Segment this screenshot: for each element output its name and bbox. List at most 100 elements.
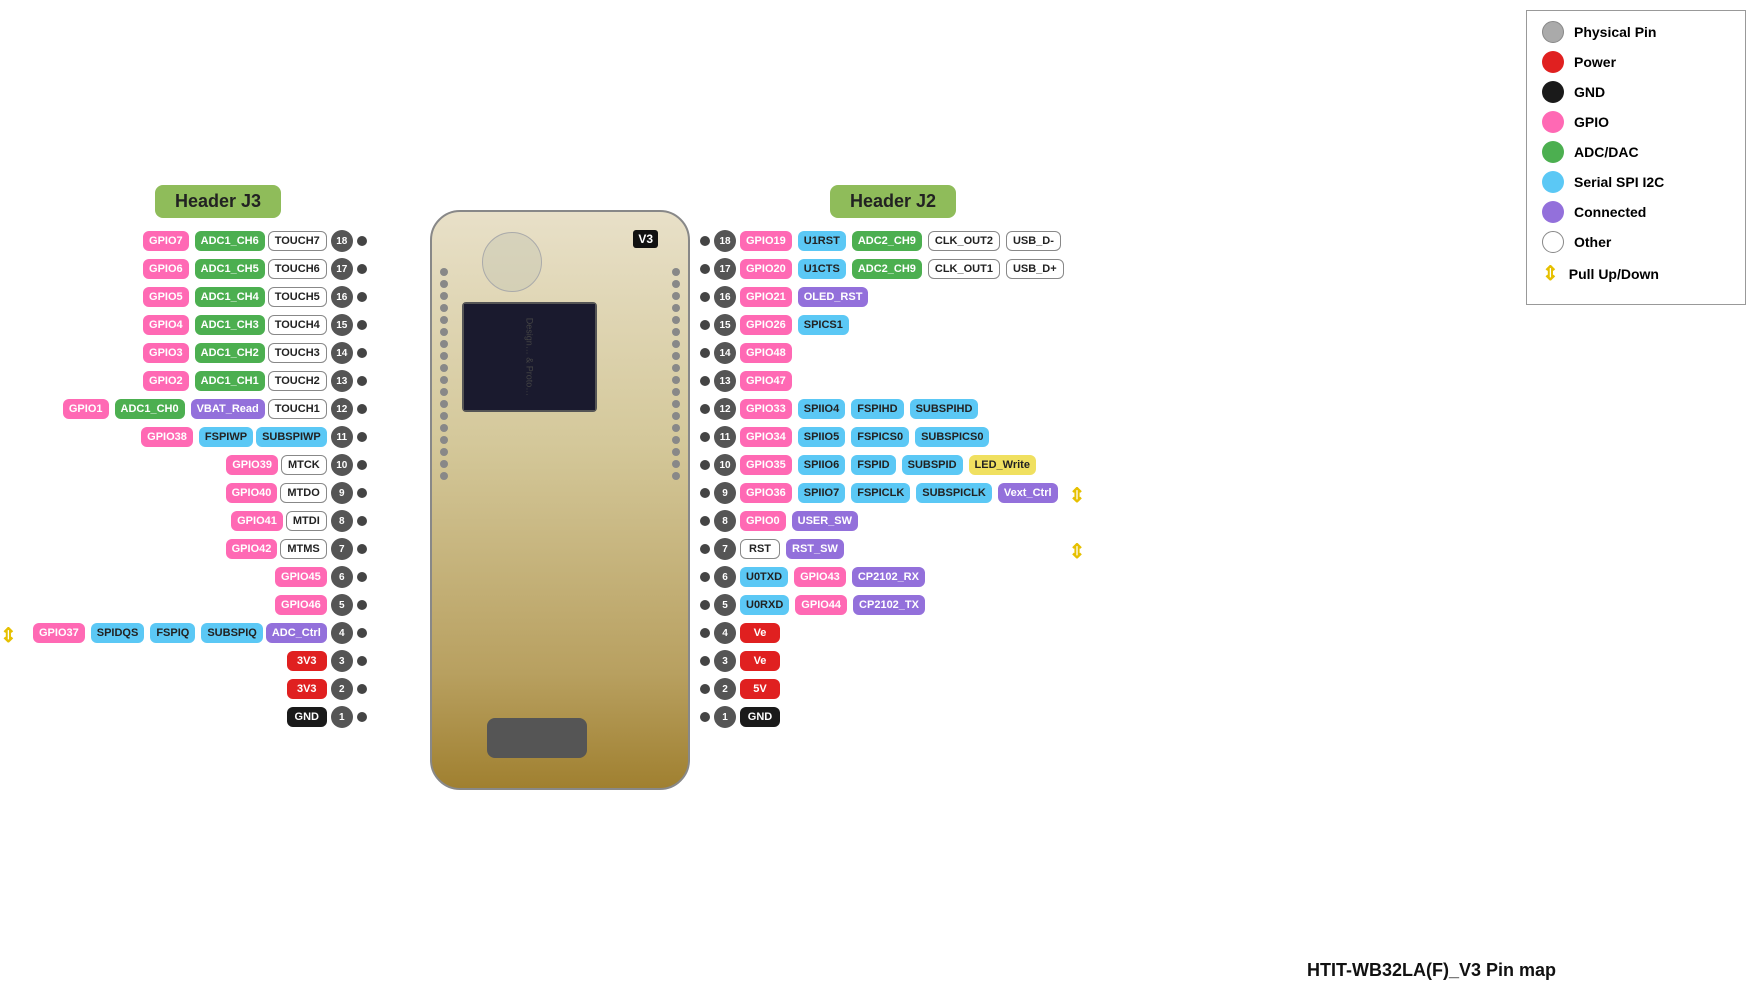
connected-icon [1542, 201, 1564, 223]
chip-gpio36: GPIO36 [740, 483, 792, 503]
board-pin-dot [672, 280, 680, 288]
pin-dot [700, 460, 710, 470]
pin-dot [700, 572, 710, 582]
pin-num: 11 [714, 426, 736, 448]
pin-num: 15 [331, 314, 353, 336]
legend-label-gpio: GPIO [1574, 114, 1609, 130]
chip-fspics0: FSPICS0 [851, 427, 909, 447]
chips-container: RSTRST_SW [740, 539, 844, 559]
chips-container: TOUCH4ADC1_CH3GPIO4 [140, 315, 327, 335]
pin-num: 5 [331, 594, 353, 616]
chips-container: ADC_CtrlSUBSPIQFSPIQSPIDQSGPIO37 [30, 623, 327, 643]
pin-dot [700, 684, 710, 694]
chip-gpio47: GPIO47 [740, 371, 792, 391]
chips-container: GPIO36SPIIO7FSPICLKSUBSPICLKVext_Ctrl [740, 483, 1058, 503]
pin-dot [357, 628, 367, 638]
pin-dot [700, 348, 710, 358]
j2-pin-rows: 18GPIO19U1RSTADC2_CH9CLK_OUT2USB_D-17GPI… [700, 228, 1064, 732]
pin-num: 10 [714, 454, 736, 476]
j3-pin-row-2: 23V3 [30, 676, 367, 702]
chips-container: TOUCH1VBAT_ReadADC1_CH0GPIO1 [60, 399, 327, 419]
chip-fspid: FSPID [851, 455, 895, 475]
chip-spiio4: SPIIO4 [798, 399, 845, 419]
board-pin-dot [440, 268, 448, 276]
chip-gpio41: GPIO41 [231, 511, 283, 531]
chips-container: GPIO26SPICS1 [740, 315, 849, 335]
chip-ve: Ve [740, 651, 780, 671]
chips-container: 5V [740, 679, 780, 699]
board-pin-dot [672, 472, 680, 480]
pin-dot [357, 488, 367, 498]
chip-gnd: GND [287, 707, 327, 727]
chip-mtdo: MTDO [280, 483, 326, 503]
j2-pin-row-8: 8GPIO0USER_SW [700, 508, 1064, 534]
chip-spiio6: SPIIO6 [798, 455, 845, 475]
board-v3-label: V3 [633, 230, 658, 248]
pin-num: 5 [714, 594, 736, 616]
chips-container: GPIO34SPIIO5FSPICS0SUBSPICS0 [740, 427, 989, 447]
pullupdown-icon: ⇕ [1542, 261, 1559, 286]
j3-pin-row-4: 4ADC_CtrlSUBSPIQFSPIQSPIDQSGPIO37 [30, 620, 367, 646]
chips-container: GPIO48 [740, 343, 792, 363]
chip-gpio6: GPIO6 [143, 259, 189, 279]
j3-pin-row-10: 10MTCKGPIO39 [30, 452, 367, 478]
board-pin-dot [672, 328, 680, 336]
header-j2-label: Header J2 [830, 185, 956, 218]
chip-touch6: TOUCH6 [268, 259, 327, 279]
chips-container: 3V3 [287, 651, 327, 671]
chips-container: GPIO46 [275, 595, 327, 615]
pin-dot [357, 292, 367, 302]
j2-pin-row-1: 1GND [700, 704, 1064, 730]
board-pin-dot [440, 352, 448, 360]
board-pin-dot [672, 268, 680, 276]
pin-num: 15 [714, 314, 736, 336]
chips-container: MTDIGPIO41 [228, 511, 327, 531]
pin-num: 14 [714, 342, 736, 364]
legend-label-connected: Connected [1574, 204, 1646, 220]
chip-gpio5: GPIO5 [143, 287, 189, 307]
chip-spiio7: SPIIO7 [798, 483, 845, 503]
pin-dot [357, 404, 367, 414]
serial-icon [1542, 171, 1564, 193]
header-j3-label: Header J3 [155, 185, 281, 218]
board-screen-text: Design… & Proto… [525, 318, 535, 397]
chip-mtms: MTMS [280, 539, 326, 559]
board-pin-dot [440, 388, 448, 396]
pin-dot [700, 516, 710, 526]
chip-5v: 5V [740, 679, 780, 699]
board-pin-dot [672, 340, 680, 348]
board-pin-dot [672, 376, 680, 384]
board-pins-right [672, 267, 680, 481]
chip-touch5: TOUCH5 [268, 287, 327, 307]
j3-pin-row-5: 5GPIO46 [30, 592, 367, 618]
board-pin-dot [672, 424, 680, 432]
chip-touch3: TOUCH3 [268, 343, 327, 363]
pin-dot [700, 320, 710, 330]
board-pin-dot [672, 460, 680, 468]
chip-gpio44: GPIO44 [795, 595, 847, 615]
page-title: HTIT-WB32LA(F)_V3 Pin map [1307, 960, 1556, 981]
j2-pin-row-17: 17GPIO20U1CTSADC2_CH9CLK_OUT1USB_D+ [700, 256, 1064, 282]
j2-pin-row-18: 18GPIO19U1RSTADC2_CH9CLK_OUT2USB_D- [700, 228, 1064, 254]
legend-item-adc: ADC/DAC [1542, 141, 1730, 163]
chip-touch2: TOUCH2 [268, 371, 327, 391]
j2-pin-row-11: 11GPIO34SPIIO5FSPICS0SUBSPICS0 [700, 424, 1064, 450]
chip-touch1: TOUCH1 [268, 399, 327, 419]
chip-cp2102_rx: CP2102_RX [852, 567, 925, 587]
power-icon [1542, 51, 1564, 73]
j2-pin-row-4: 4Ve [700, 620, 1064, 646]
chips-container: GPIO0USER_SW [740, 511, 858, 531]
pin-dot [357, 516, 367, 526]
pin-num: 12 [331, 398, 353, 420]
chip-subspiclk: SUBSPICLK [916, 483, 992, 503]
pin-num: 1 [714, 706, 736, 728]
chip-gpio45: GPIO45 [275, 567, 327, 587]
chip-touch4: TOUCH4 [268, 315, 327, 335]
j3-pin-row-14: 14TOUCH3ADC1_CH2GPIO3 [30, 340, 367, 366]
chip-subspihd: SUBSPIHD [910, 399, 979, 419]
chip-u0rxd: U0RXD [740, 595, 789, 615]
pin-num: 3 [331, 650, 353, 672]
pin-num: 9 [714, 482, 736, 504]
pin-num: 8 [714, 510, 736, 532]
pin-dot [700, 404, 710, 414]
